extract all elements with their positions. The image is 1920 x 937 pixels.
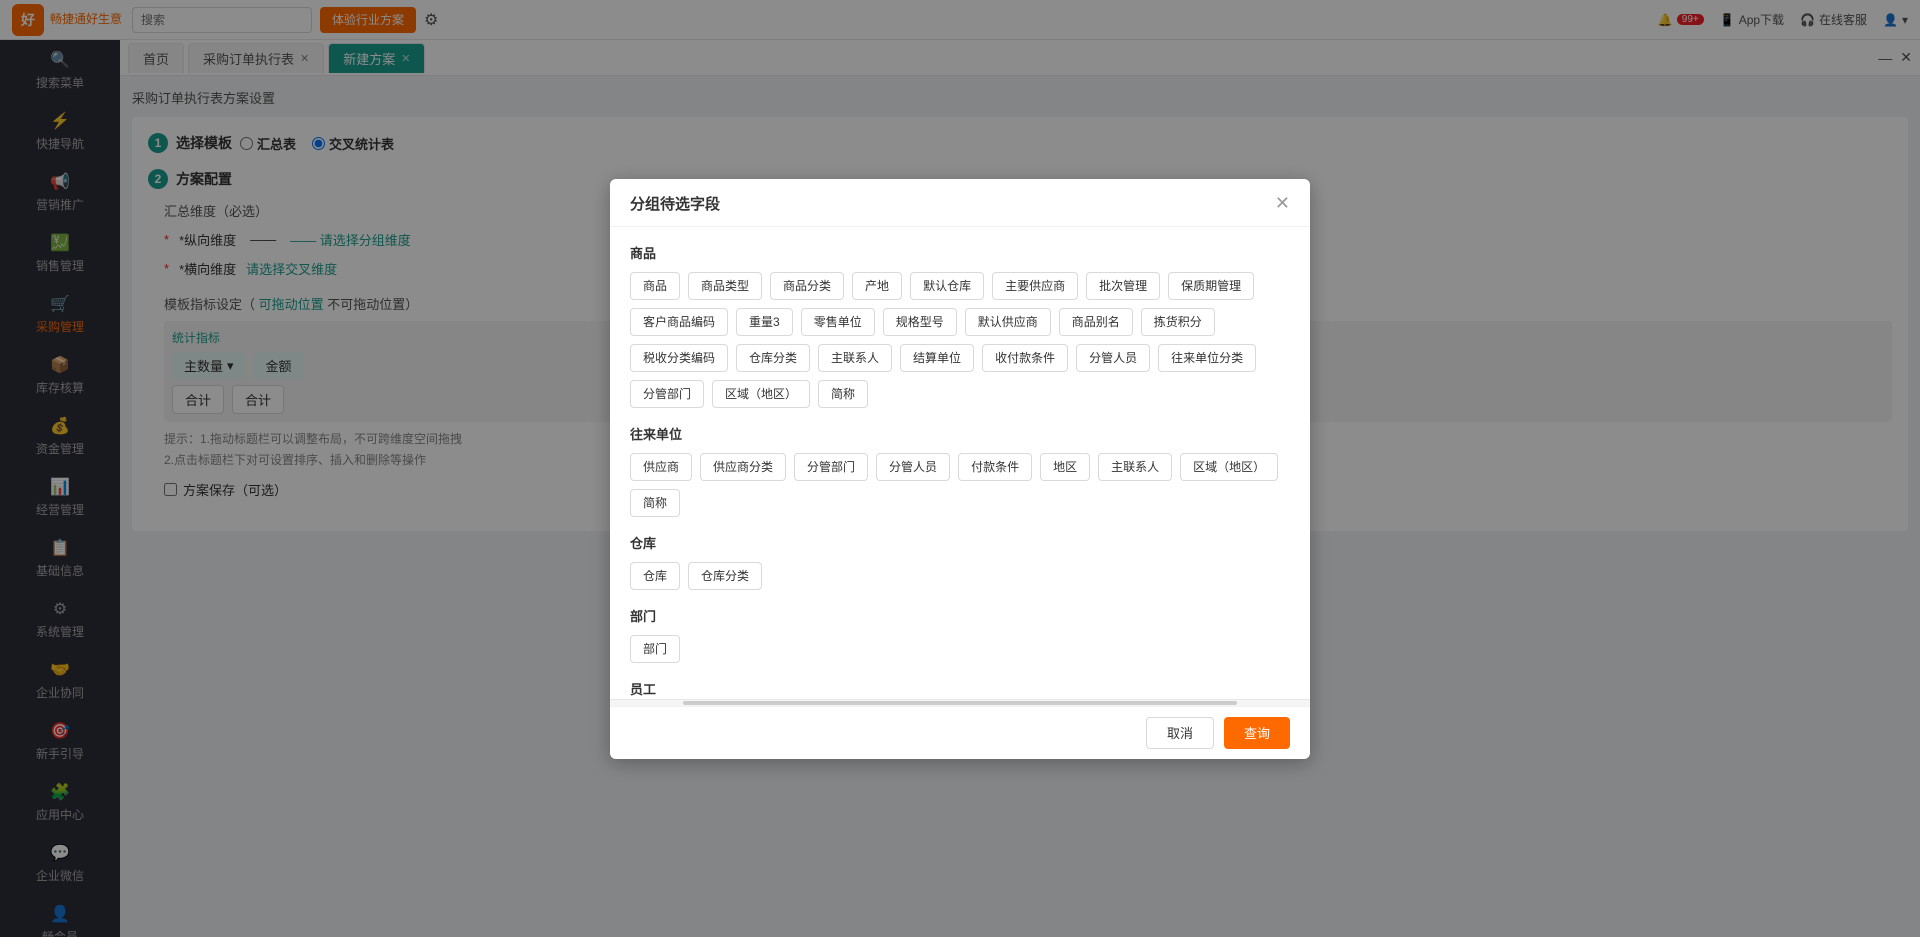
hscroll-thumb [683, 701, 1237, 705]
tag-goods-22[interactable]: 分管部门 [630, 380, 704, 408]
tag-goods-16[interactable]: 仓库分类 [736, 344, 810, 372]
section-staff-label: 员工 [630, 679, 1290, 698]
tag-goods-4[interactable]: 默认仓库 [910, 272, 984, 300]
tag-goods-11[interactable]: 规格型号 [883, 308, 957, 336]
tag-partner-3[interactable]: 分管人员 [876, 453, 950, 481]
tag-goods-17[interactable]: 主联系人 [818, 344, 892, 372]
tag-partner-6[interactable]: 主联系人 [1098, 453, 1172, 481]
section-warehouse: 仓库 仓库 仓库分类 [630, 533, 1290, 590]
section-warehouse-label: 仓库 [630, 533, 1290, 552]
modal-footer: 取消 查询 [610, 706, 1310, 759]
tag-goods-2[interactable]: 商品分类 [770, 272, 844, 300]
tag-goods-1[interactable]: 商品类型 [688, 272, 762, 300]
tag-partner-8[interactable]: 简称 [630, 489, 680, 517]
modal-close-btn[interactable]: ✕ [1275, 194, 1290, 212]
tag-goods-19[interactable]: 收付款条件 [982, 344, 1068, 372]
tag-partner-2[interactable]: 分管部门 [794, 453, 868, 481]
tag-goods-8[interactable]: 客户商品编码 [630, 308, 728, 336]
section-partner-label: 往来单位 [630, 424, 1290, 443]
tag-warehouse-1[interactable]: 仓库分类 [688, 562, 762, 590]
tag-goods-7[interactable]: 保质期管理 [1168, 272, 1254, 300]
partner-tags: 供应商 供应商分类 分管部门 分管人员 付款条件 地区 主联系人 区域（地区） … [630, 453, 1290, 517]
tag-goods-10[interactable]: 零售单位 [801, 308, 875, 336]
tag-partner-5[interactable]: 地区 [1040, 453, 1090, 481]
tag-partner-1[interactable]: 供应商分类 [700, 453, 786, 481]
tag-goods-0[interactable]: 商品 [630, 272, 680, 300]
section-dept: 部门 部门 [630, 606, 1290, 663]
modal: 分组待选字段 ✕ 商品 商品 商品类型 商品分类 产地 默认仓库 主要供应商 批… [610, 179, 1310, 759]
warehouse-tags: 仓库 仓库分类 [630, 562, 1290, 590]
tag-dept-0[interactable]: 部门 [630, 635, 680, 663]
tag-goods-13[interactable]: 商品别名 [1059, 308, 1133, 336]
tag-warehouse-0[interactable]: 仓库 [630, 562, 680, 590]
tag-goods-6[interactable]: 批次管理 [1086, 272, 1160, 300]
tag-goods-3[interactable]: 产地 [852, 272, 902, 300]
tag-goods-23[interactable]: 区域（地区） [712, 380, 810, 408]
tag-goods-14[interactable]: 拣货积分 [1141, 308, 1215, 336]
tag-goods-20[interactable]: 分管人员 [1076, 344, 1150, 372]
modal-overlay: 分组待选字段 ✕ 商品 商品 商品类型 商品分类 产地 默认仓库 主要供应商 批… [0, 0, 1920, 937]
tag-goods-9[interactable]: 重量3 [736, 308, 793, 336]
confirm-btn[interactable]: 查询 [1224, 717, 1290, 749]
tag-goods-15[interactable]: 税收分类编码 [630, 344, 728, 372]
tag-partner-4[interactable]: 付款条件 [958, 453, 1032, 481]
section-goods-label: 商品 [630, 243, 1290, 262]
modal-title: 分组待选字段 [630, 193, 720, 214]
tag-goods-12[interactable]: 默认供应商 [965, 308, 1051, 336]
tag-goods-5[interactable]: 主要供应商 [992, 272, 1078, 300]
tag-goods-18[interactable]: 结算单位 [900, 344, 974, 372]
section-dept-label: 部门 [630, 606, 1290, 625]
modal-header: 分组待选字段 ✕ [610, 179, 1310, 227]
tag-partner-7[interactable]: 区域（地区） [1180, 453, 1278, 481]
goods-tags: 商品 商品类型 商品分类 产地 默认仓库 主要供应商 批次管理 保质期管理 客户… [630, 272, 1290, 408]
dept-tags: 部门 [630, 635, 1290, 663]
tag-goods-21[interactable]: 往来单位分类 [1158, 344, 1256, 372]
modal-body: 商品 商品 商品类型 商品分类 产地 默认仓库 主要供应商 批次管理 保质期管理… [610, 227, 1310, 700]
cancel-btn[interactable]: 取消 [1146, 717, 1214, 749]
section-staff: 员工 业务员 [630, 679, 1290, 700]
section-partner: 往来单位 供应商 供应商分类 分管部门 分管人员 付款条件 地区 主联系人 区域… [630, 424, 1290, 517]
section-goods: 商品 商品 商品类型 商品分类 产地 默认仓库 主要供应商 批次管理 保质期管理… [630, 243, 1290, 408]
tag-partner-0[interactable]: 供应商 [630, 453, 692, 481]
tag-goods-24[interactable]: 简称 [818, 380, 868, 408]
